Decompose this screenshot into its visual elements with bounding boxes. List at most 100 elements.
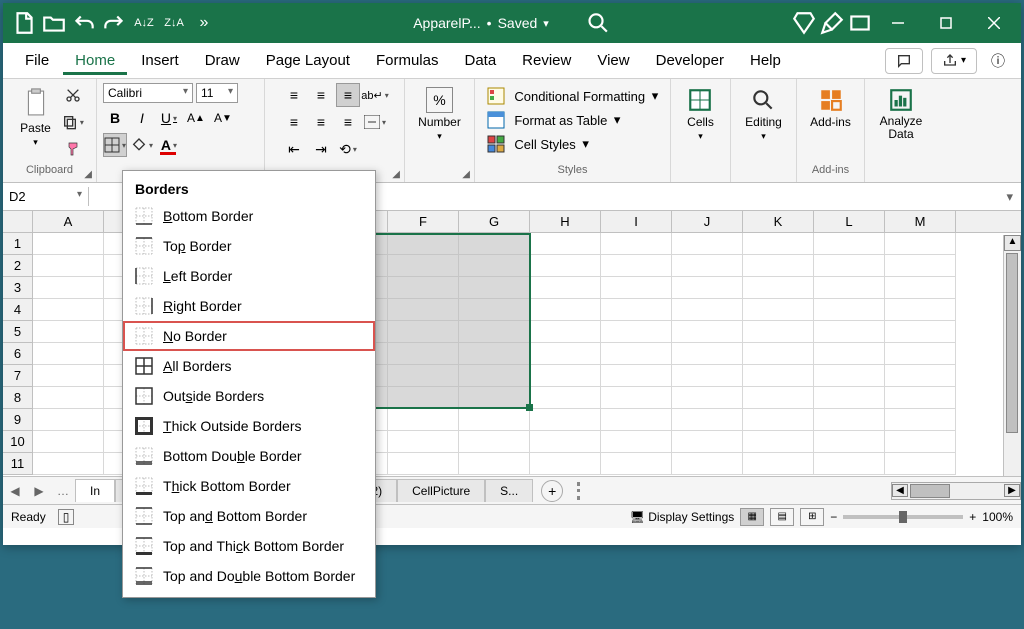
number-format-button[interactable]: % Number ▾	[412, 83, 467, 146]
addins-button[interactable]: Add-ins	[804, 83, 857, 133]
cell[interactable]	[814, 233, 885, 255]
column-header[interactable]: M	[885, 211, 956, 232]
normal-view-icon[interactable]: ▦	[740, 508, 764, 526]
format-painter-icon[interactable]	[61, 137, 85, 161]
hscroll-thumb[interactable]	[910, 484, 950, 498]
cell[interactable]	[388, 365, 459, 387]
paste-button[interactable]: Paste ▾	[14, 83, 57, 152]
cell[interactable]	[388, 233, 459, 255]
cell[interactable]	[885, 365, 956, 387]
name-box[interactable]: D2	[3, 187, 89, 206]
cell[interactable]	[814, 431, 885, 453]
cell[interactable]	[601, 431, 672, 453]
vertical-scrollbar[interactable]: ▲ ▼	[1003, 235, 1021, 500]
cell[interactable]	[814, 343, 885, 365]
sort-za-icon[interactable]: Z↓A	[161, 10, 187, 36]
brush-icon[interactable]	[819, 10, 845, 36]
cell[interactable]	[459, 409, 530, 431]
cell[interactable]	[33, 365, 104, 387]
border-option-thick-outside[interactable]: Thick Outside Borders	[123, 411, 375, 441]
column-header[interactable]: G	[459, 211, 530, 232]
border-option-left[interactable]: Left Border	[123, 261, 375, 291]
open-file-icon[interactable]	[41, 10, 67, 36]
add-sheet-button[interactable]: +	[541, 480, 563, 502]
cell[interactable]	[33, 343, 104, 365]
cell[interactable]	[459, 431, 530, 453]
conditional-formatting-button[interactable]: Conditional Formatting ▾	[487, 87, 659, 105]
cell[interactable]	[459, 299, 530, 321]
cell[interactable]	[459, 321, 530, 343]
cell[interactable]	[601, 299, 672, 321]
row-header[interactable]: 6	[3, 343, 33, 365]
cell[interactable]	[530, 255, 601, 277]
column-header[interactable]: J	[672, 211, 743, 232]
cell[interactable]	[33, 409, 104, 431]
formula-expand-icon[interactable]: ▾	[998, 189, 1021, 205]
cell[interactable]	[459, 255, 530, 277]
maximize-button[interactable]	[923, 3, 969, 43]
cell[interactable]	[885, 409, 956, 431]
macro-record-icon[interactable]: ▯	[58, 509, 75, 525]
zoom-slider[interactable]	[843, 515, 963, 519]
sheet-tab[interactable]: CellPicture	[397, 479, 485, 502]
ribbon-display-icon[interactable]	[847, 10, 873, 36]
font-name-select[interactable]: Calibri	[103, 83, 193, 103]
row-header[interactable]: 8	[3, 387, 33, 409]
cell[interactable]	[672, 277, 743, 299]
cell[interactable]	[33, 233, 104, 255]
tab-help[interactable]: Help	[738, 46, 793, 75]
cell[interactable]	[814, 277, 885, 299]
row-header[interactable]: 9	[3, 409, 33, 431]
vscroll-thumb[interactable]	[1006, 253, 1018, 433]
zoom-out-button[interactable]: −	[830, 510, 837, 524]
merge-button[interactable]	[363, 110, 387, 134]
cell[interactable]	[388, 321, 459, 343]
border-option-none[interactable]: No Border	[123, 321, 375, 351]
increase-indent-icon[interactable]: ⇥	[309, 137, 333, 161]
close-button[interactable]	[971, 3, 1017, 43]
cell-styles-button[interactable]: Cell Styles ▾	[487, 135, 589, 153]
cell[interactable]	[530, 321, 601, 343]
scroll-up-icon[interactable]: ▲	[1004, 235, 1021, 251]
cell[interactable]	[530, 409, 601, 431]
horizontal-scrollbar[interactable]: ◀ ▶	[891, 482, 1021, 500]
cell[interactable]	[388, 431, 459, 453]
tab-next-icon[interactable]: ▶	[27, 484, 51, 498]
cell[interactable]	[388, 277, 459, 299]
tab-developer[interactable]: Developer	[644, 46, 736, 75]
cell[interactable]	[459, 365, 530, 387]
align-top-icon[interactable]: ≡	[282, 83, 306, 107]
align-right-icon[interactable]: ≡	[336, 110, 360, 134]
row-header[interactable]: 11	[3, 453, 33, 475]
page-layout-view-icon[interactable]: ▤	[770, 508, 794, 526]
decrease-indent-icon[interactable]: ⇤	[282, 137, 306, 161]
hscroll-right-icon[interactable]: ▶	[1004, 484, 1020, 497]
cell[interactable]	[459, 387, 530, 409]
row-header[interactable]: 2	[3, 255, 33, 277]
share-button[interactable]: ▾	[931, 48, 977, 74]
tab-insert[interactable]: Insert	[129, 46, 191, 75]
border-option-thick-bottom[interactable]: Thick Bottom Border	[123, 471, 375, 501]
cell[interactable]	[814, 255, 885, 277]
align-middle-icon[interactable]: ≡	[309, 83, 333, 107]
orientation-icon[interactable]: ⟲	[336, 137, 360, 161]
cell[interactable]	[601, 321, 672, 343]
tab-page-layout[interactable]: Page Layout	[254, 46, 362, 75]
column-header[interactable]: I	[601, 211, 672, 232]
cell[interactable]	[388, 255, 459, 277]
cell[interactable]	[814, 365, 885, 387]
cell[interactable]	[33, 453, 104, 475]
tab-home[interactable]: Home	[63, 46, 127, 75]
zoom-level[interactable]: 100%	[982, 510, 1013, 524]
comments-button[interactable]	[885, 48, 923, 74]
cell[interactable]	[743, 387, 814, 409]
row-header[interactable]: 4	[3, 299, 33, 321]
cut-icon[interactable]	[61, 83, 85, 107]
alignment-launcher-icon[interactable]: ◢	[392, 169, 400, 180]
cell[interactable]	[33, 431, 104, 453]
cell[interactable]	[814, 299, 885, 321]
cell[interactable]	[672, 321, 743, 343]
column-header[interactable]: A	[33, 211, 104, 232]
cell[interactable]	[743, 255, 814, 277]
cell[interactable]	[672, 431, 743, 453]
